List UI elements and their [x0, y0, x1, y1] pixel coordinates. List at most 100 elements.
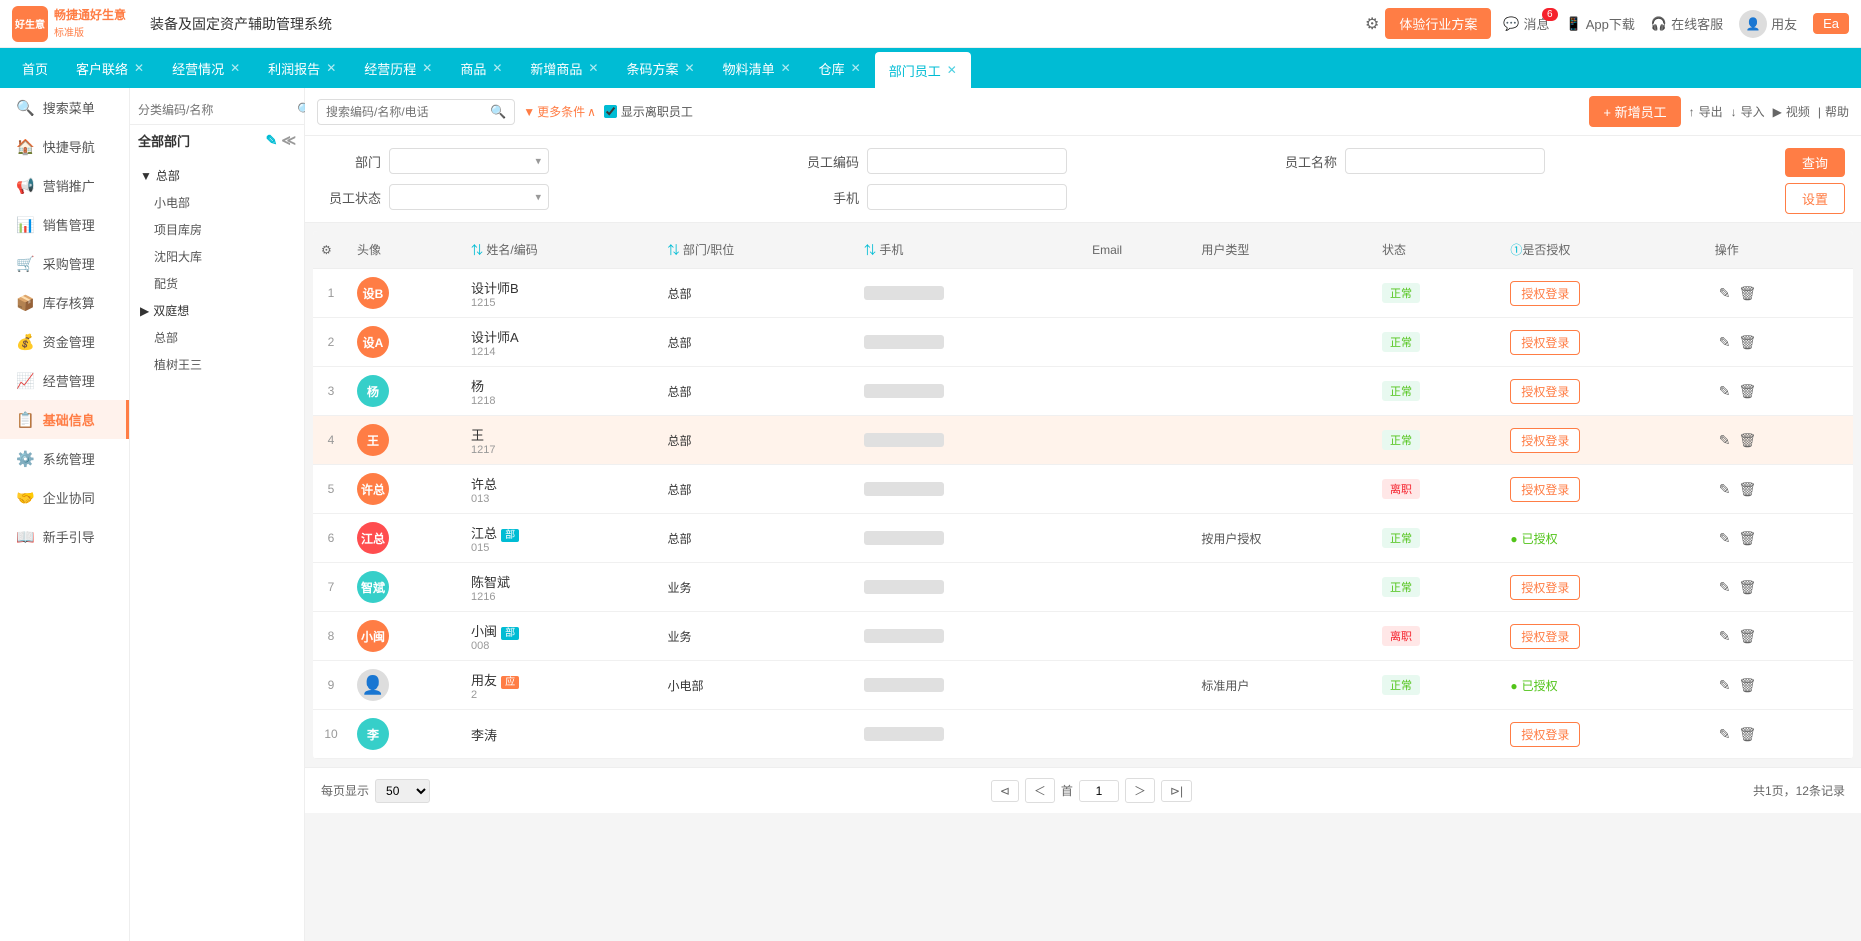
- first-page-btn[interactable]: ⊲: [991, 780, 1019, 802]
- edit-button[interactable]: ✎: [1715, 577, 1735, 598]
- edit-button[interactable]: ✎: [1715, 332, 1735, 353]
- auth-button[interactable]: 授权登录: [1510, 477, 1580, 502]
- close-icon[interactable]: ✕: [134, 61, 144, 75]
- export-btn[interactable]: ↑ 导出: [1689, 103, 1723, 120]
- sidebar-item-quicknav[interactable]: 🏠 快捷导航: [0, 127, 129, 166]
- sidebar-item-finance[interactable]: 💰 资金管理: [0, 322, 129, 361]
- col-dept-position[interactable]: ⇅ 部门/职位: [660, 231, 856, 269]
- dept-node-child-1[interactable]: 小电部: [130, 189, 304, 216]
- close-icon[interactable]: ✕: [492, 61, 502, 75]
- edit-button[interactable]: ✎: [1715, 528, 1735, 549]
- edit-button[interactable]: ✎: [1715, 381, 1735, 402]
- sidebar-item-purchase[interactable]: 🛒 采购管理: [0, 244, 129, 283]
- collapse-icon[interactable]: ≪: [281, 132, 296, 149]
- sidebar-item-marketing[interactable]: 📢 营销推广: [0, 166, 129, 205]
- dept-node-child-4[interactable]: 配货: [130, 270, 304, 297]
- col-name-code[interactable]: ⇅ 姓名/编码: [463, 231, 659, 269]
- tab-barcode[interactable]: 条码方案✕: [612, 48, 708, 88]
- delete-button[interactable]: 🗑: [1734, 283, 1760, 304]
- sidebar-item-guide[interactable]: 📖 新手引导: [0, 517, 129, 556]
- import-btn[interactable]: ↓ 导入: [1731, 103, 1765, 120]
- page-size-select[interactable]: 50 100: [375, 779, 430, 803]
- employee-name-input[interactable]: [1345, 148, 1545, 174]
- tab-profit[interactable]: 利润报告✕: [254, 48, 350, 88]
- tab-dept-staff[interactable]: 部门员工✕: [875, 52, 971, 88]
- edit-button[interactable]: ✎: [1715, 724, 1735, 745]
- delete-button[interactable]: 🗑: [1734, 528, 1760, 549]
- auth-button[interactable]: 授权登录: [1510, 722, 1580, 747]
- close-icon[interactable]: ✕: [781, 61, 791, 75]
- edit-button[interactable]: ✎: [1715, 479, 1735, 500]
- close-icon[interactable]: ✕: [422, 61, 432, 75]
- delete-button[interactable]: 🗑: [1734, 724, 1760, 745]
- tab-new-goods[interactable]: 新增商品✕: [516, 48, 612, 88]
- tab-home[interactable]: 首页: [8, 48, 62, 88]
- edit-button[interactable]: ✎: [1715, 675, 1735, 696]
- close-icon[interactable]: ✕: [326, 61, 336, 75]
- page-number-input[interactable]: [1079, 780, 1119, 802]
- row-auth[interactable]: 授权登录: [1502, 563, 1706, 612]
- sidebar-item-inventory[interactable]: 📦 库存核算: [0, 283, 129, 322]
- dept-node-child-6[interactable]: 植树王三: [130, 351, 304, 378]
- message-btn[interactable]: 💬 消息 6: [1503, 14, 1549, 33]
- edit-button[interactable]: ✎: [1715, 283, 1735, 304]
- tab-operation[interactable]: 经营情况✕: [158, 48, 254, 88]
- row-auth[interactable]: 授权登录: [1502, 318, 1706, 367]
- ea-badge[interactable]: Ea: [1813, 13, 1849, 34]
- phone-input[interactable]: [867, 184, 1067, 210]
- tab-warehouse[interactable]: 仓库✕: [805, 48, 875, 88]
- edit-button[interactable]: ✎: [1715, 430, 1735, 451]
- delete-button[interactable]: 🗑: [1734, 577, 1760, 598]
- delete-button[interactable]: 🗑: [1734, 381, 1760, 402]
- show-resigned-checkbox[interactable]: [604, 105, 617, 118]
- auth-button[interactable]: 授权登录: [1510, 575, 1580, 600]
- view-btn[interactable]: ▶ 视频: [1773, 103, 1810, 120]
- trial-button[interactable]: 体验行业方案: [1385, 8, 1491, 39]
- dept-node-parent-0[interactable]: ▼ 总部: [130, 162, 304, 189]
- dept-select[interactable]: [389, 148, 549, 174]
- sidebar-item-operations[interactable]: 📈 经营管理: [0, 361, 129, 400]
- auth-button[interactable]: 授权登录: [1510, 428, 1580, 453]
- more-filter-btn[interactable]: ▼ 更多条件 ∧: [523, 103, 596, 120]
- prev-page-btn[interactable]: ＜: [1025, 778, 1055, 803]
- row-auth[interactable]: 授权登录: [1502, 269, 1706, 318]
- auth-button[interactable]: 授权登录: [1510, 379, 1580, 404]
- settings-icon[interactable]: ⚙: [1365, 14, 1379, 34]
- employee-search-input[interactable]: [326, 105, 486, 119]
- sidebar-item-system[interactable]: ⚙️ 系统管理: [0, 439, 129, 478]
- close-icon[interactable]: ✕: [851, 61, 861, 75]
- sidebar-item-enterprise[interactable]: 🤝 企业协同: [0, 478, 129, 517]
- row-auth[interactable]: 授权登录: [1502, 465, 1706, 514]
- edit-button[interactable]: ✎: [1715, 626, 1735, 647]
- sidebar-item-basic-info[interactable]: 📋 基础信息: [0, 400, 129, 439]
- close-icon[interactable]: ✕: [230, 61, 240, 75]
- row-auth[interactable]: 授权登录: [1502, 710, 1706, 759]
- search-icon[interactable]: 🔍: [490, 104, 506, 120]
- set-button[interactable]: 设置: [1785, 183, 1845, 214]
- close-icon[interactable]: ✕: [685, 61, 695, 75]
- sidebar-item-sales[interactable]: 📊 销售管理: [0, 205, 129, 244]
- edit-icon[interactable]: ✎: [266, 132, 278, 149]
- row-auth[interactable]: 授权登录: [1502, 416, 1706, 465]
- auth-button[interactable]: 授权登录: [1510, 624, 1580, 649]
- delete-button[interactable]: 🗑: [1734, 479, 1760, 500]
- delete-button[interactable]: 🗑: [1734, 675, 1760, 696]
- row-auth[interactable]: 已授权: [1502, 514, 1706, 563]
- sidebar-item-search[interactable]: 🔍 搜索菜单: [0, 88, 129, 127]
- dept-node-child-2[interactable]: 项目库房: [130, 216, 304, 243]
- tab-material[interactable]: 物料清单✕: [709, 48, 805, 88]
- dept-node-child-3[interactable]: 沈阳大库: [130, 243, 304, 270]
- close-icon[interactable]: ✕: [947, 63, 957, 77]
- add-employee-button[interactable]: + 新增员工: [1589, 96, 1680, 127]
- dept-node-child-5[interactable]: 总部: [130, 324, 304, 351]
- auth-button[interactable]: 授权登录: [1510, 281, 1580, 306]
- col-settings[interactable]: ⚙: [313, 231, 349, 269]
- last-page-btn[interactable]: ⊳|: [1161, 780, 1192, 802]
- query-button[interactable]: 查询: [1785, 148, 1845, 177]
- employee-code-input[interactable]: [867, 148, 1067, 174]
- row-auth[interactable]: 授权登录: [1502, 612, 1706, 661]
- delete-button[interactable]: 🗑: [1734, 332, 1760, 353]
- next-page-btn[interactable]: ＞: [1125, 778, 1155, 803]
- delete-button[interactable]: 🗑: [1734, 626, 1760, 647]
- online-service-btn[interactable]: 🎧 在线客服: [1651, 14, 1723, 33]
